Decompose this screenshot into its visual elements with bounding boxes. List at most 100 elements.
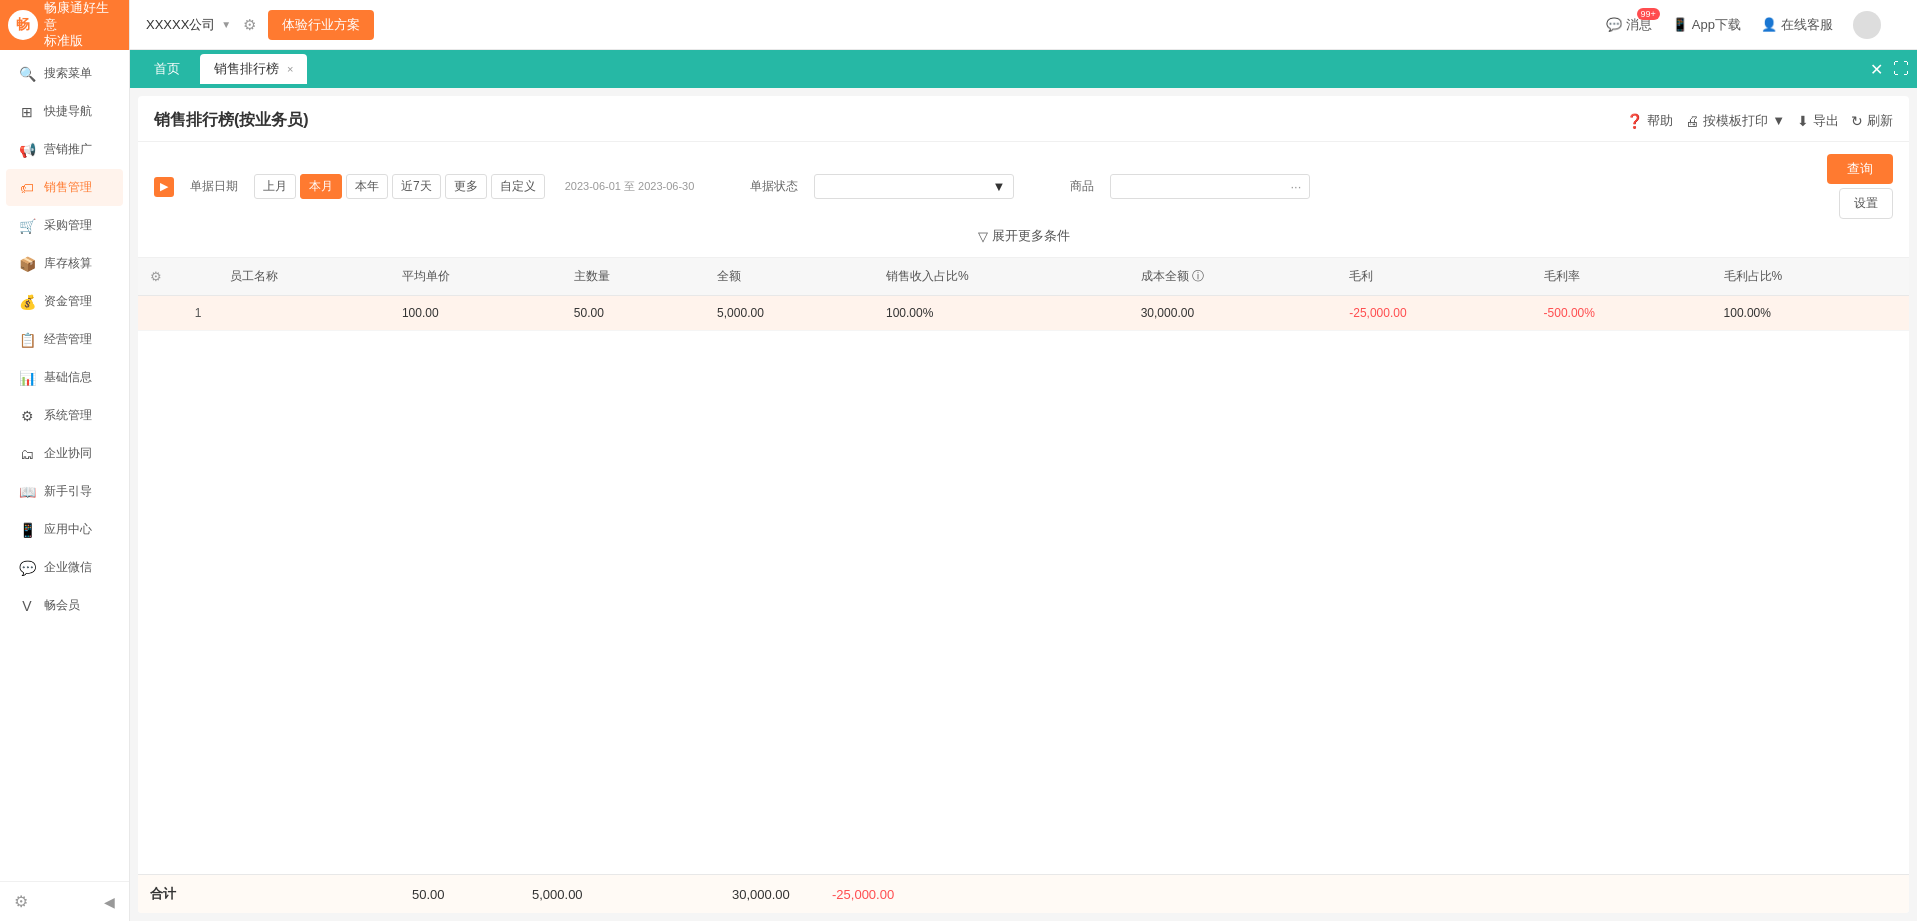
service-icon: 👤 [1761, 17, 1777, 32]
tab-maximize-button[interactable]: ⛶ [1893, 60, 1909, 78]
col-sales-pct: 销售收入占比% [874, 258, 1129, 296]
cart-icon: 🛒 [18, 218, 36, 234]
last-month-btn[interactable]: 上月 [254, 174, 296, 199]
gear-icon: ⚙ [18, 408, 36, 424]
cell-name [218, 296, 390, 331]
megaphone-icon: 📢 [18, 142, 36, 158]
sidebar-settings-icon[interactable]: ⚙ [14, 892, 28, 911]
page-header: 销售排行榜(按业务员) ❓ 帮助 🖨 按模板打印 ▼ ⬇ 导出 [138, 96, 1909, 142]
col-rank [178, 258, 218, 296]
status-dropdown[interactable]: ▼ [814, 174, 1014, 199]
more-btn[interactable]: 更多 [445, 174, 487, 199]
sidebar-item-search[interactable]: 🔍 搜索菜单 [6, 55, 123, 92]
sidebar-item-sales[interactable]: 🏷 销售管理 [6, 169, 123, 206]
query-button[interactable]: 查询 [1827, 154, 1893, 184]
avatar[interactable] [1853, 11, 1881, 39]
refresh-button[interactable]: ↻ 刷新 [1851, 112, 1893, 130]
sidebar-collapse-icon[interactable]: ◀ [104, 894, 115, 910]
goods-more-icon[interactable]: ··· [1291, 179, 1302, 194]
sidebar-item-member[interactable]: V 畅会员 [6, 587, 123, 624]
company-selector[interactable]: XXXXX公司 ▼ [146, 16, 231, 34]
sidebar-item-wechat[interactable]: 💬 企业微信 [6, 549, 123, 586]
cell-quantity: 50.00 [562, 296, 705, 331]
page-actions: ❓ 帮助 🖨 按模板打印 ▼ ⬇ 导出 ↻ 刷新 [1626, 112, 1893, 130]
table-container: ⚙ 员工名称 平均单价 主数量 全额 销售收入占比% 成本全额 ⓘ 毛利 毛利率… [138, 258, 1909, 874]
last7-btn[interactable]: 近7天 [392, 174, 441, 199]
content-area: 销售排行榜(按业务员) ❓ 帮助 🖨 按模板打印 ▼ ⬇ 导出 [130, 88, 1917, 921]
topbar-settings-icon[interactable]: ⚙ [243, 16, 256, 34]
this-month-btn[interactable]: 本月 [300, 174, 342, 199]
sidebar-item-system[interactable]: ⚙ 系统管理 [6, 397, 123, 434]
notification-item[interactable]: 💬 消息 99+ [1606, 16, 1652, 34]
custom-btn[interactable]: 自定义 [491, 174, 545, 199]
cell-gross-pct: 100.00% [1712, 296, 1909, 331]
tabbar: 首页 销售排行榜 × ✕ ⛶ [130, 50, 1917, 88]
sidebar-bottom: ⚙ ◀ [0, 881, 129, 921]
company-name: XXXXX公司 [146, 16, 215, 34]
help-icon: ❓ [1626, 113, 1643, 129]
sidebar-item-finance[interactable]: 💰 资金管理 [6, 283, 123, 320]
message-icon: 💬 [1606, 17, 1622, 32]
col-settings: ⚙ [138, 258, 178, 296]
footer-amount: 5,000.00 [520, 887, 620, 902]
sidebar-item-basic[interactable]: 📊 基础信息 [6, 359, 123, 396]
sidebar-item-shortcut[interactable]: ⊞ 快捷导航 [6, 93, 123, 130]
col-name: 员工名称 [218, 258, 390, 296]
query-area: 查询 设置 [1827, 154, 1893, 219]
app-download-item[interactable]: 📱 App下载 [1672, 16, 1741, 34]
sidebar-item-marketing[interactable]: 📢 营销推广 [6, 131, 123, 168]
cell-settings [138, 296, 178, 331]
table-row: 1 100.00 50.00 5,000.00 100.00% 30,000.0… [138, 296, 1909, 331]
tab-home[interactable]: 首页 [138, 50, 196, 88]
search-icon: 🔍 [18, 66, 36, 82]
filter-area: ▶ 单据日期 上月 本月 本年 近7天 更多 自定义 2023-06-01 至 … [138, 142, 1909, 258]
help-button[interactable]: ❓ 帮助 [1626, 112, 1673, 130]
sidebar-item-operation[interactable]: 📋 经营管理 [6, 321, 123, 358]
app-icon: 📱 [1672, 17, 1688, 32]
goods-input[interactable]: ··· [1110, 174, 1310, 199]
date-filter-label: 单据日期 [190, 178, 238, 195]
filter-collapse-btn[interactable]: ▶ [154, 177, 174, 197]
this-year-btn[interactable]: 本年 [346, 174, 388, 199]
box-icon: 📦 [18, 256, 36, 272]
print-button[interactable]: 🖨 按模板打印 ▼ [1685, 112, 1785, 130]
sidebar-item-apps[interactable]: 📱 应用中心 [6, 511, 123, 548]
cell-sales-pct: 100.00% [874, 296, 1129, 331]
tab-close-icon[interactable]: × [287, 63, 293, 75]
export-button[interactable]: ⬇ 导出 [1797, 112, 1839, 130]
cell-rank: 1 [178, 296, 218, 331]
expand-icon: ▽ [978, 229, 988, 244]
folder-icon: 🗂 [18, 446, 36, 462]
chart-icon: 📊 [18, 370, 36, 386]
table-settings-icon[interactable]: ⚙ [150, 269, 162, 284]
print-dropdown-arrow: ▼ [1772, 113, 1785, 128]
footer-cost: 30,000.00 [720, 887, 820, 902]
tab-close-window-button[interactable]: ✕ [1870, 60, 1883, 79]
member-icon: V [18, 598, 36, 614]
sidebar-logo: 畅 畅康通好生意 标准版 [0, 0, 129, 50]
online-service-item[interactable]: 👤 在线客服 [1761, 16, 1833, 34]
status-dropdown-arrow: ▼ [992, 179, 1005, 194]
footer-gross: -25,000.00 [820, 887, 920, 902]
export-icon: ⬇ [1797, 113, 1809, 129]
trial-button[interactable]: 体验行业方案 [268, 10, 374, 40]
sidebar-item-guide[interactable]: 📖 新手引导 [6, 473, 123, 510]
col-quantity: 主数量 [562, 258, 705, 296]
sidebar-item-inventory[interactable]: 📦 库存核算 [6, 245, 123, 282]
notification-badge: 99+ [1637, 8, 1660, 20]
expand-row: ▽ 展开更多条件 [154, 227, 1893, 245]
sidebar-item-purchase[interactable]: 🛒 采购管理 [6, 207, 123, 244]
goods-filter-label: 商品 [1070, 178, 1094, 195]
settings-button[interactable]: 设置 [1839, 188, 1893, 219]
sidebar-item-enterprise[interactable]: 🗂 企业协同 [6, 435, 123, 472]
col-amount: 全额 [705, 258, 874, 296]
ranking-table: ⚙ 员工名称 平均单价 主数量 全额 销售收入占比% 成本全额 ⓘ 毛利 毛利率… [138, 258, 1909, 331]
footer-quantity: 50.00 [400, 887, 520, 902]
wechat-icon: 💬 [18, 560, 36, 576]
expand-conditions-btn[interactable]: ▽ 展开更多条件 [978, 227, 1070, 245]
col-gross-pct: 毛利占比% [1712, 258, 1909, 296]
cell-avg-price: 100.00 [390, 296, 562, 331]
col-cost: 成本全额 ⓘ [1129, 258, 1338, 296]
cell-gross-rate: -500.00% [1532, 296, 1712, 331]
tab-sales-ranking[interactable]: 销售排行榜 × [200, 54, 307, 84]
